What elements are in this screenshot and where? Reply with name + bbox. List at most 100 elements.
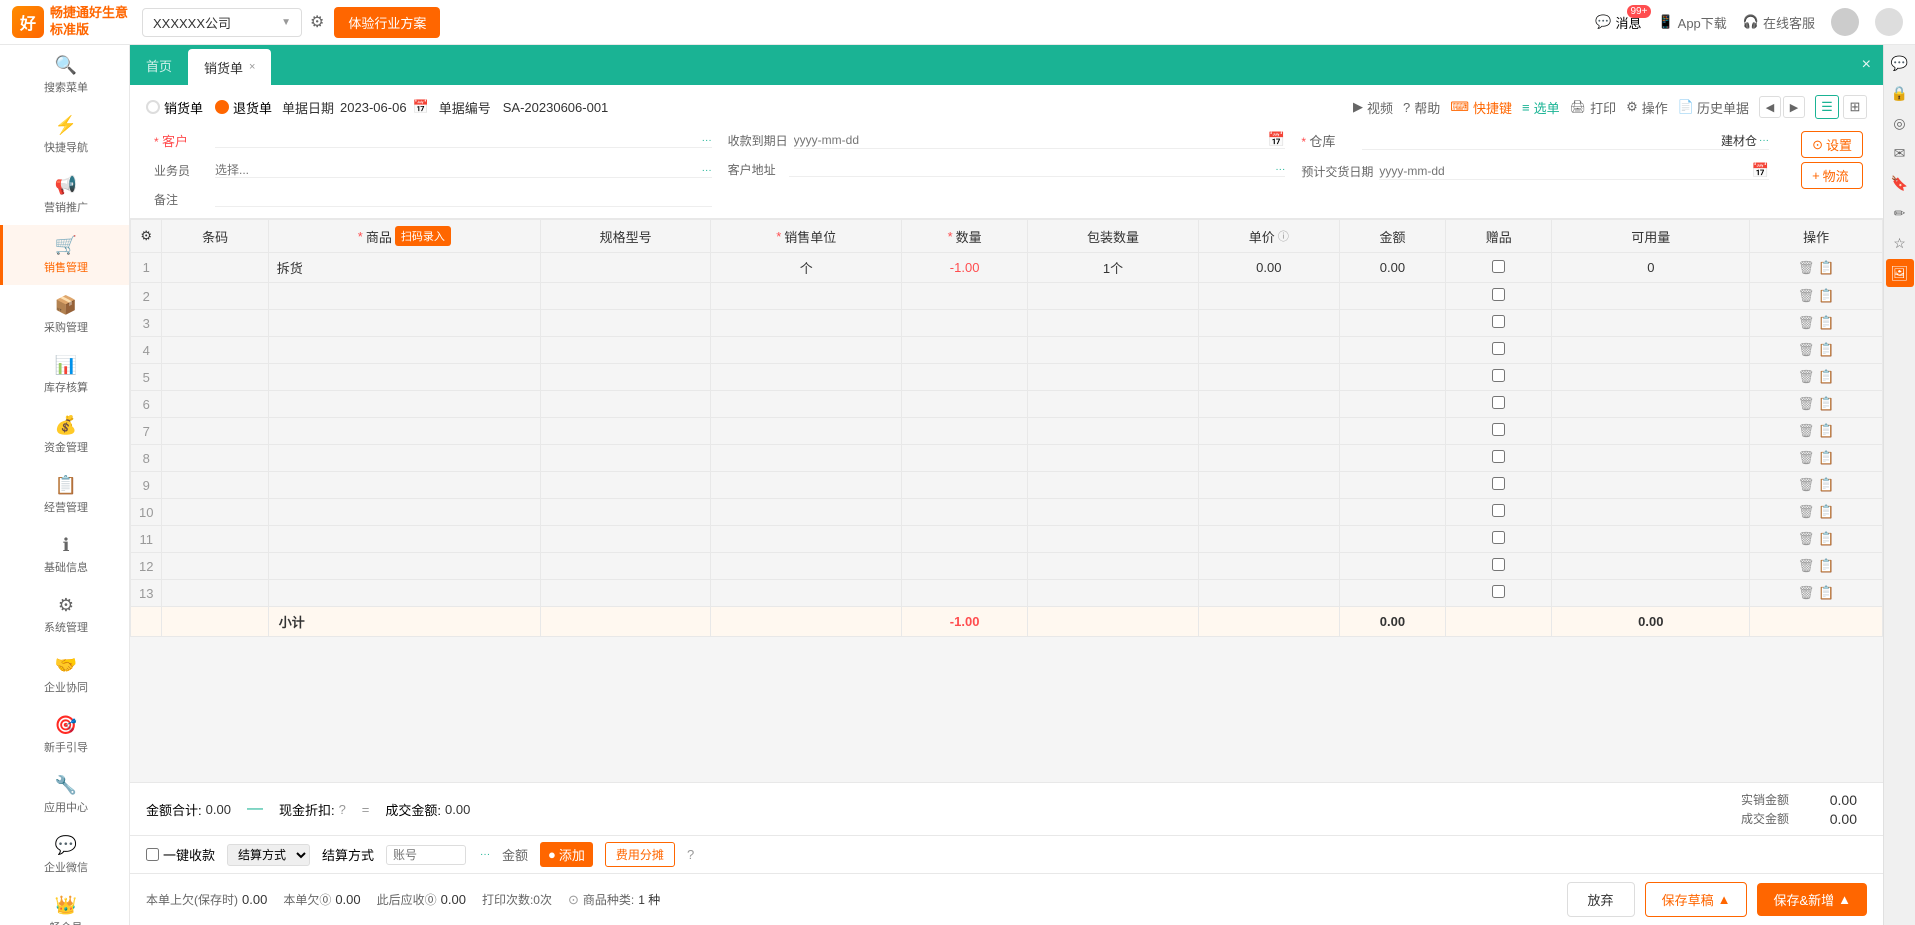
cell-barcode[interactable] <box>162 310 268 337</box>
cell-gift[interactable] <box>1446 364 1552 391</box>
sidebar-item-operations[interactable]: 📋 经营管理 <box>0 465 129 525</box>
cell-product[interactable] <box>268 472 540 499</box>
cell-spec[interactable] <box>540 472 711 499</box>
cell-unit[interactable]: 个 <box>711 253 902 283</box>
gift-checkbox[interactable] <box>1492 477 1505 490</box>
sidebar-item-wecom[interactable]: 💬 企业微信 <box>0 825 129 885</box>
cell-barcode[interactable] <box>162 391 268 418</box>
cell-spec[interactable] <box>540 283 711 310</box>
one-click-payment-checkbox[interactable]: 一键收款 <box>146 845 215 864</box>
settings-button[interactable]: ⊙ 设置 <box>1801 131 1863 158</box>
cell-pkg-qty[interactable] <box>1028 364 1199 391</box>
operation-button[interactable]: ⚙ 操作 <box>1626 98 1668 117</box>
cell-gift[interactable] <box>1446 553 1552 580</box>
gift-checkbox[interactable] <box>1492 531 1505 544</box>
cell-qty[interactable] <box>902 553 1028 580</box>
expense-split-button[interactable]: 费用分摊 <box>605 842 675 867</box>
addr-dots-icon[interactable]: ··· <box>1275 164 1285 175</box>
sidebar-item-search[interactable]: 🔍 搜索菜单 <box>0 45 129 105</box>
delete-icon[interactable]: 🗑 <box>1798 558 1815 574</box>
delete-icon[interactable]: 🗑 <box>1798 369 1815 385</box>
cell-unit-price[interactable] <box>1198 499 1339 526</box>
list-view-button[interactable]: ☰ <box>1815 95 1839 119</box>
copy-icon[interactable]: 📋 <box>1818 477 1834 493</box>
gift-checkbox[interactable] <box>1492 260 1505 273</box>
cell-amount[interactable] <box>1339 364 1445 391</box>
gear-icon[interactable]: ⚙ <box>310 12 324 32</box>
cell-product[interactable] <box>268 526 540 553</box>
cell-barcode[interactable] <box>162 418 268 445</box>
gift-checkbox[interactable] <box>1492 396 1505 409</box>
copy-icon[interactable]: 📋 <box>1818 396 1834 412</box>
sidebar-item-sales[interactable]: 🛒 销售管理 <box>0 225 129 285</box>
sidebar-item-system[interactable]: ⚙ 系统管理 <box>0 585 129 645</box>
sidebar-item-marketing[interactable]: 📢 营销推广 <box>0 165 129 225</box>
expected-date-calendar-icon[interactable]: 📅 <box>1752 162 1769 179</box>
help-button[interactable]: ? 帮助 <box>1403 98 1440 117</box>
cell-unit-price[interactable] <box>1198 337 1339 364</box>
cell-unit-price[interactable] <box>1198 445 1339 472</box>
cell-pkg-qty[interactable] <box>1028 526 1199 553</box>
print-button[interactable]: 🖨 打印 <box>1570 98 1617 117</box>
cell-qty[interactable] <box>902 283 1028 310</box>
gift-checkbox[interactable] <box>1492 288 1505 301</box>
cell-barcode[interactable] <box>162 526 268 553</box>
cell-spec[interactable] <box>540 418 711 445</box>
cell-spec[interactable] <box>540 337 711 364</box>
user-avatar[interactable] <box>1875 8 1903 36</box>
scan-button[interactable]: 扫码录入 <box>395 226 451 246</box>
cell-barcode[interactable] <box>162 364 268 391</box>
cell-spec[interactable] <box>540 364 711 391</box>
gift-checkbox[interactable] <box>1492 342 1505 355</box>
right-panel-btn-2[interactable]: 🔒 <box>1886 79 1914 107</box>
delete-icon[interactable]: 🗑 <box>1798 477 1815 493</box>
grid-view-button[interactable]: ⊞ <box>1843 95 1867 119</box>
warehouse-dots-icon[interactable]: ··· <box>1759 135 1769 146</box>
cell-product[interactable] <box>268 364 540 391</box>
cell-amount[interactable] <box>1339 580 1445 607</box>
cell-unit-price[interactable]: 0.00 <box>1198 253 1339 283</box>
cell-pkg-qty[interactable] <box>1028 418 1199 445</box>
sidebar-item-quick-nav[interactable]: ⚡ 快捷导航 <box>0 105 129 165</box>
cell-barcode[interactable] <box>162 253 268 283</box>
right-panel-btn-5[interactable]: 🔖 <box>1886 169 1914 197</box>
prev-record-button[interactable]: ◀ <box>1759 96 1781 118</box>
cell-gift[interactable] <box>1446 337 1552 364</box>
gift-checkbox[interactable] <box>1492 585 1505 598</box>
gift-checkbox[interactable] <box>1492 315 1505 328</box>
tab-sales-order[interactable]: 销货单 × <box>188 49 271 85</box>
cell-unit[interactable] <box>711 472 902 499</box>
delete-icon[interactable]: 🗑 <box>1798 423 1815 439</box>
avatar[interactable] <box>1831 8 1859 36</box>
cell-spec[interactable] <box>540 580 711 607</box>
cell-gift[interactable] <box>1446 253 1552 283</box>
sidebar-item-basic-info[interactable]: ℹ 基础信息 <box>0 525 129 585</box>
cell-unit[interactable] <box>711 283 902 310</box>
cell-product[interactable] <box>268 337 540 364</box>
history-button[interactable]: 📄 历史单据 <box>1678 98 1749 117</box>
cell-pkg-qty[interactable] <box>1028 445 1199 472</box>
cell-qty[interactable] <box>902 472 1028 499</box>
right-panel-btn-6[interactable]: ✏ <box>1886 199 1914 227</box>
cell-pkg-qty[interactable] <box>1028 391 1199 418</box>
cell-spec[interactable] <box>540 499 711 526</box>
sidebar-item-guide[interactable]: 🎯 新手引导 <box>0 705 129 765</box>
cell-pkg-qty[interactable]: 1个 <box>1028 253 1199 283</box>
cell-qty[interactable] <box>902 445 1028 472</box>
cell-product[interactable] <box>268 580 540 607</box>
radio-sales-order[interactable]: 销货单 <box>146 98 203 117</box>
logistics-button[interactable]: + 物流 <box>1801 162 1863 189</box>
cell-qty[interactable]: -1.00 <box>902 253 1028 283</box>
cell-unit-price[interactable] <box>1198 553 1339 580</box>
cell-unit-price[interactable] <box>1198 364 1339 391</box>
copy-icon[interactable]: 📋 <box>1818 369 1834 385</box>
cell-gift[interactable] <box>1446 310 1552 337</box>
trial-button[interactable]: 体验行业方案 <box>334 7 440 38</box>
cell-unit-price[interactable] <box>1198 418 1339 445</box>
copy-icon[interactable]: 📋 <box>1818 531 1834 547</box>
tab-close-icon[interactable]: × <box>249 61 255 73</box>
customer-dots-icon[interactable]: ··· <box>702 135 712 146</box>
cell-gift[interactable] <box>1446 283 1552 310</box>
shortcut-button[interactable]: ⌨ 快捷键 <box>1450 98 1512 117</box>
expense-help-icon[interactable]: ? <box>687 847 694 862</box>
